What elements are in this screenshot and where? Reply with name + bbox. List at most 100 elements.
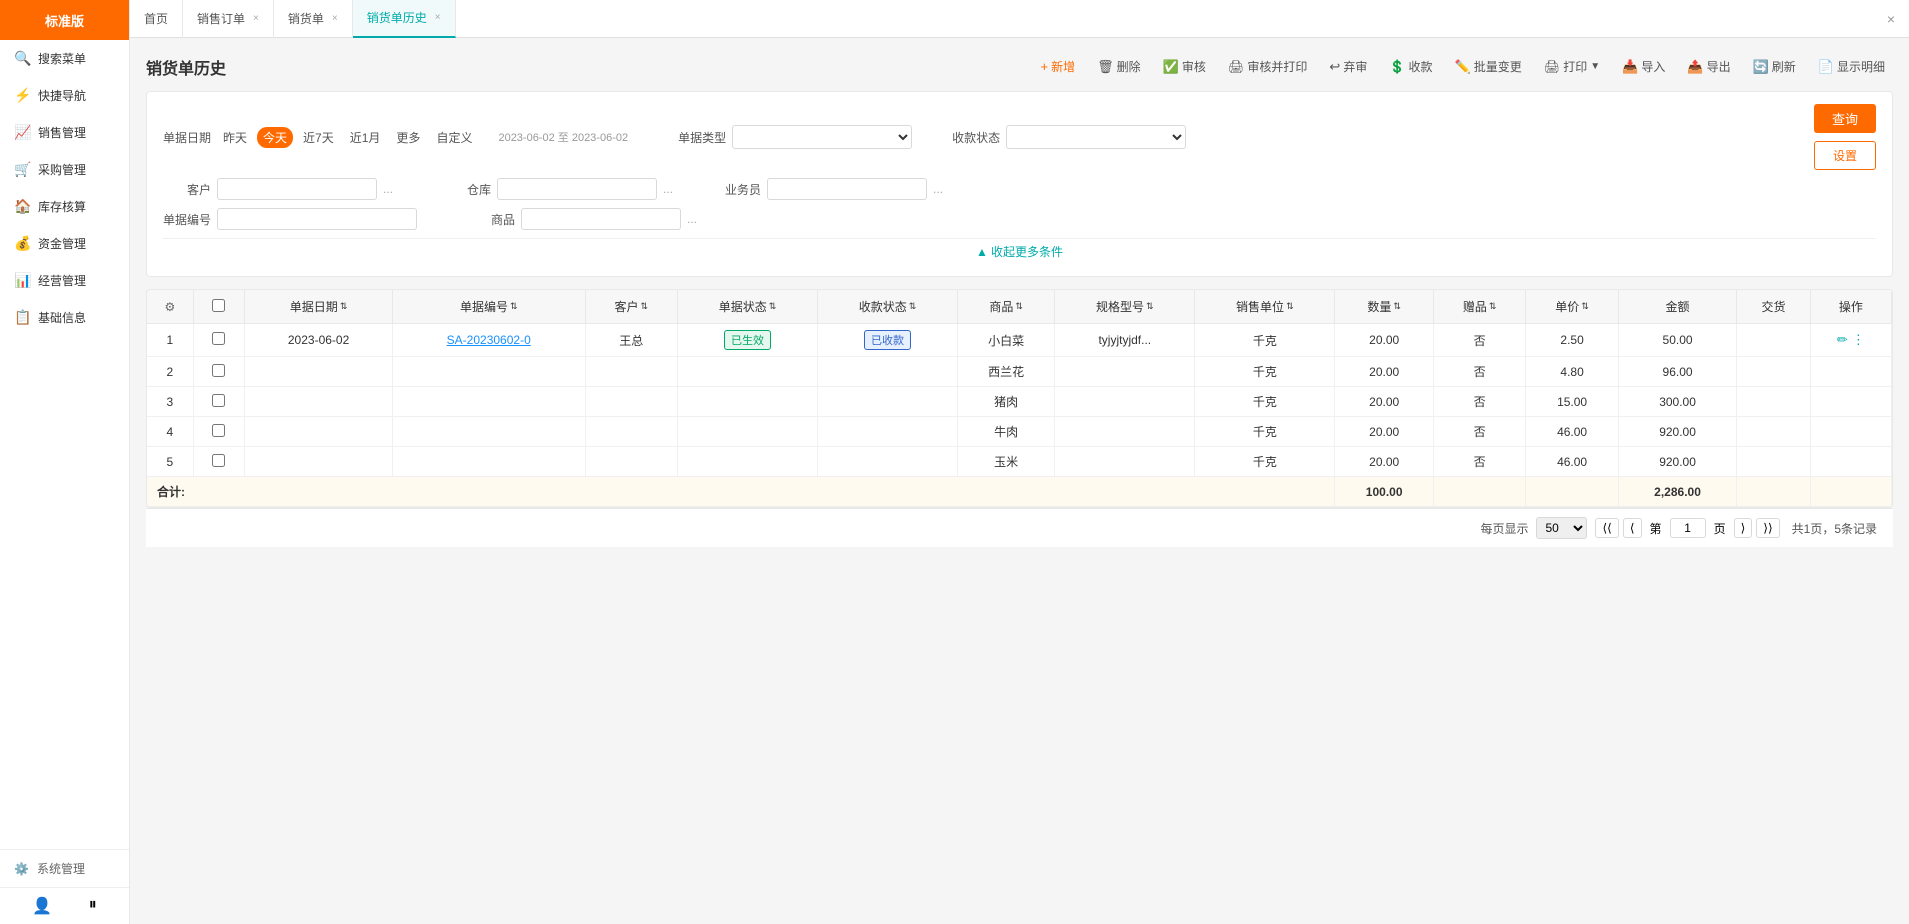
sort-icon: ⇅ xyxy=(640,301,648,312)
customer-picker-icon[interactable]: ... xyxy=(383,182,393,196)
sidebar-item-finance-mgmt[interactable]: 💰 资金管理 xyxy=(0,225,129,262)
tab-sales-order-close[interactable]: × xyxy=(253,13,259,24)
cell-amount: 920.00 xyxy=(1618,417,1737,447)
page-input[interactable] xyxy=(1670,518,1706,538)
col-doc-date[interactable]: 单据日期⇅ xyxy=(245,290,393,324)
status-select[interactable] xyxy=(1006,125,1186,149)
sidebar-item-purchase-mgmt[interactable]: 🛒 采购管理 xyxy=(0,151,129,188)
abandon-button[interactable]: ↩ 弃审 xyxy=(1321,54,1375,79)
row-checkbox[interactable] xyxy=(212,364,225,377)
refresh-button[interactable]: 🔄 刷新 xyxy=(1745,54,1804,79)
more-action[interactable]: ⋮ xyxy=(1852,332,1865,348)
filter-collapse[interactable]: ▲ 收起更多条件 xyxy=(163,238,1876,264)
date-btn-more[interactable]: 更多 xyxy=(390,127,426,148)
sidebar-item-inventory-calc[interactable]: 🏠 库存核算 xyxy=(0,188,129,225)
tab-sales-delivery[interactable]: 销货单 × xyxy=(274,0,353,38)
sidebar-pause-icon[interactable]: ⏸ xyxy=(89,896,97,916)
goods-picker-icon[interactable]: ... xyxy=(687,212,697,226)
cell-spec xyxy=(1055,447,1195,477)
date-btn-custom[interactable]: 自定义 xyxy=(430,127,478,148)
sidebar-user-icon[interactable]: 👤 xyxy=(32,896,52,916)
delete-button[interactable]: 🗑 删除 xyxy=(1089,54,1149,79)
cell-gift: 否 xyxy=(1433,357,1525,387)
export-button[interactable]: 📤 导出 xyxy=(1679,54,1738,79)
new-button[interactable]: + 新增 xyxy=(1033,54,1084,79)
batch-change-button[interactable]: ✏️ 批量变更 xyxy=(1447,54,1530,79)
tab-sales-delivery-close[interactable]: × xyxy=(332,13,338,24)
cell-pay-status xyxy=(817,387,957,417)
export-icon: 📤 xyxy=(1687,59,1703,75)
audit-print-button[interactable]: 🖨 审核并打印 xyxy=(1220,54,1316,79)
cell-gift: 否 xyxy=(1433,447,1525,477)
audit-button[interactable]: ✅ 审核 xyxy=(1155,54,1214,79)
customer-input[interactable] xyxy=(217,178,377,200)
col-spec[interactable]: 规格型号⇅ xyxy=(1055,290,1195,324)
col-unit-price[interactable]: 单价⇅ xyxy=(1526,290,1618,324)
doc-no-link[interactable]: SA-20230602-0 xyxy=(447,333,531,347)
staff-picker-icon[interactable]: ... xyxy=(933,182,943,196)
col-customer-label: 客户 xyxy=(614,298,638,315)
print-arrow-icon: ▼ xyxy=(1590,61,1600,72)
row-checkbox[interactable] xyxy=(212,454,225,467)
sidebar-item-ops-mgmt[interactable]: 📊 经营管理 xyxy=(0,262,129,299)
staff-input[interactable] xyxy=(767,178,927,200)
sidebar-item-sys-mgmt[interactable]: ⚙️ 系统管理 xyxy=(0,850,129,887)
import-button[interactable]: 📥 导入 xyxy=(1614,54,1673,79)
row-checkbox-cell[interactable] xyxy=(193,417,245,447)
date-btn-1month[interactable]: 近1月 xyxy=(344,127,387,148)
col-gift[interactable]: 赠品⇅ xyxy=(1433,290,1525,324)
date-range-display: 2023-06-02 至 2023-06-02 xyxy=(498,129,628,145)
row-checkbox[interactable] xyxy=(212,424,225,437)
warehouse-picker-icon[interactable]: ... xyxy=(663,182,673,196)
sidebar-item-sales-mgmt[interactable]: 📈 销售管理 xyxy=(0,114,129,151)
tab-sales-history-close[interactable]: × xyxy=(435,12,441,23)
settings-icon[interactable]: ⚙ xyxy=(164,300,175,314)
col-goods[interactable]: 商品⇅ xyxy=(958,290,1055,324)
type-select[interactable] xyxy=(732,125,912,149)
date-btn-yesterday[interactable]: 昨天 xyxy=(217,127,253,148)
col-doc-status[interactable]: 单据状态⇅ xyxy=(677,290,817,324)
tabbar: 首页 销售订单 × 销货单 × 销货单历史 × × xyxy=(130,0,1909,38)
sidebar-item-search-menu[interactable]: 🔍 搜索菜单 xyxy=(0,40,129,77)
tab-sales-order[interactable]: 销售订单 × xyxy=(183,0,274,38)
col-unit[interactable]: 销售单位⇅ xyxy=(1195,290,1335,324)
cell-doc-no[interactable]: SA-20230602-0 xyxy=(392,324,585,357)
row-checkbox[interactable] xyxy=(212,394,225,407)
window-close-button[interactable]: × xyxy=(1873,11,1909,27)
warehouse-input[interactable] xyxy=(497,178,657,200)
row-checkbox[interactable] xyxy=(212,332,225,345)
col-pay-status[interactable]: 收款状态⇅ xyxy=(817,290,957,324)
collect-button[interactable]: 💲 收款 xyxy=(1381,54,1440,79)
edit-action[interactable]: ✏ xyxy=(1837,332,1848,348)
sidebar-item-label: 销售管理 xyxy=(38,124,86,141)
col-settings[interactable]: ⚙ xyxy=(147,290,193,324)
select-all-checkbox[interactable] xyxy=(212,299,225,312)
last-page-button[interactable]: ⟩⟩ xyxy=(1756,518,1779,538)
audit-print-label: 审核并打印 xyxy=(1247,58,1307,75)
first-page-button[interactable]: ⟨⟨ xyxy=(1595,518,1618,538)
row-checkbox-cell[interactable] xyxy=(193,447,245,477)
next-page-button[interactable]: ⟩ xyxy=(1734,518,1753,538)
page-size-select[interactable]: 50 100 xyxy=(1536,517,1587,539)
goods-input[interactable] xyxy=(521,208,681,230)
prev-page-button[interactable]: ⟨ xyxy=(1623,518,1642,538)
tab-home[interactable]: 首页 xyxy=(130,0,183,38)
row-checkbox-cell[interactable] xyxy=(193,387,245,417)
doc-no-input[interactable] xyxy=(217,208,417,230)
cell-action[interactable]: ✏⋮ xyxy=(1810,324,1891,357)
row-checkbox-cell[interactable] xyxy=(193,357,245,387)
sidebar-item-basic-info[interactable]: 📋 基础信息 xyxy=(0,299,129,336)
show-detail-button[interactable]: 📄 显示明细 xyxy=(1810,54,1893,79)
date-btn-today[interactable]: 今天 xyxy=(257,127,293,148)
col-customer[interactable]: 客户⇅ xyxy=(585,290,677,324)
search-button[interactable]: 查询 xyxy=(1814,104,1876,133)
col-doc-no[interactable]: 单据编号⇅ xyxy=(392,290,585,324)
print-button[interactable]: 🖨 打印 ▼ xyxy=(1536,54,1608,79)
sidebar-item-quick-nav[interactable]: ⚡ 快捷导航 xyxy=(0,77,129,114)
col-qty[interactable]: 数量⇅ xyxy=(1335,290,1434,324)
row-checkbox-cell[interactable] xyxy=(193,324,245,357)
type-label: 单据类型 xyxy=(678,129,726,146)
set-button[interactable]: 设置 xyxy=(1814,141,1876,170)
tab-sales-history[interactable]: 销货单历史 × xyxy=(353,0,456,38)
date-btn-7days[interactable]: 近7天 xyxy=(297,127,340,148)
